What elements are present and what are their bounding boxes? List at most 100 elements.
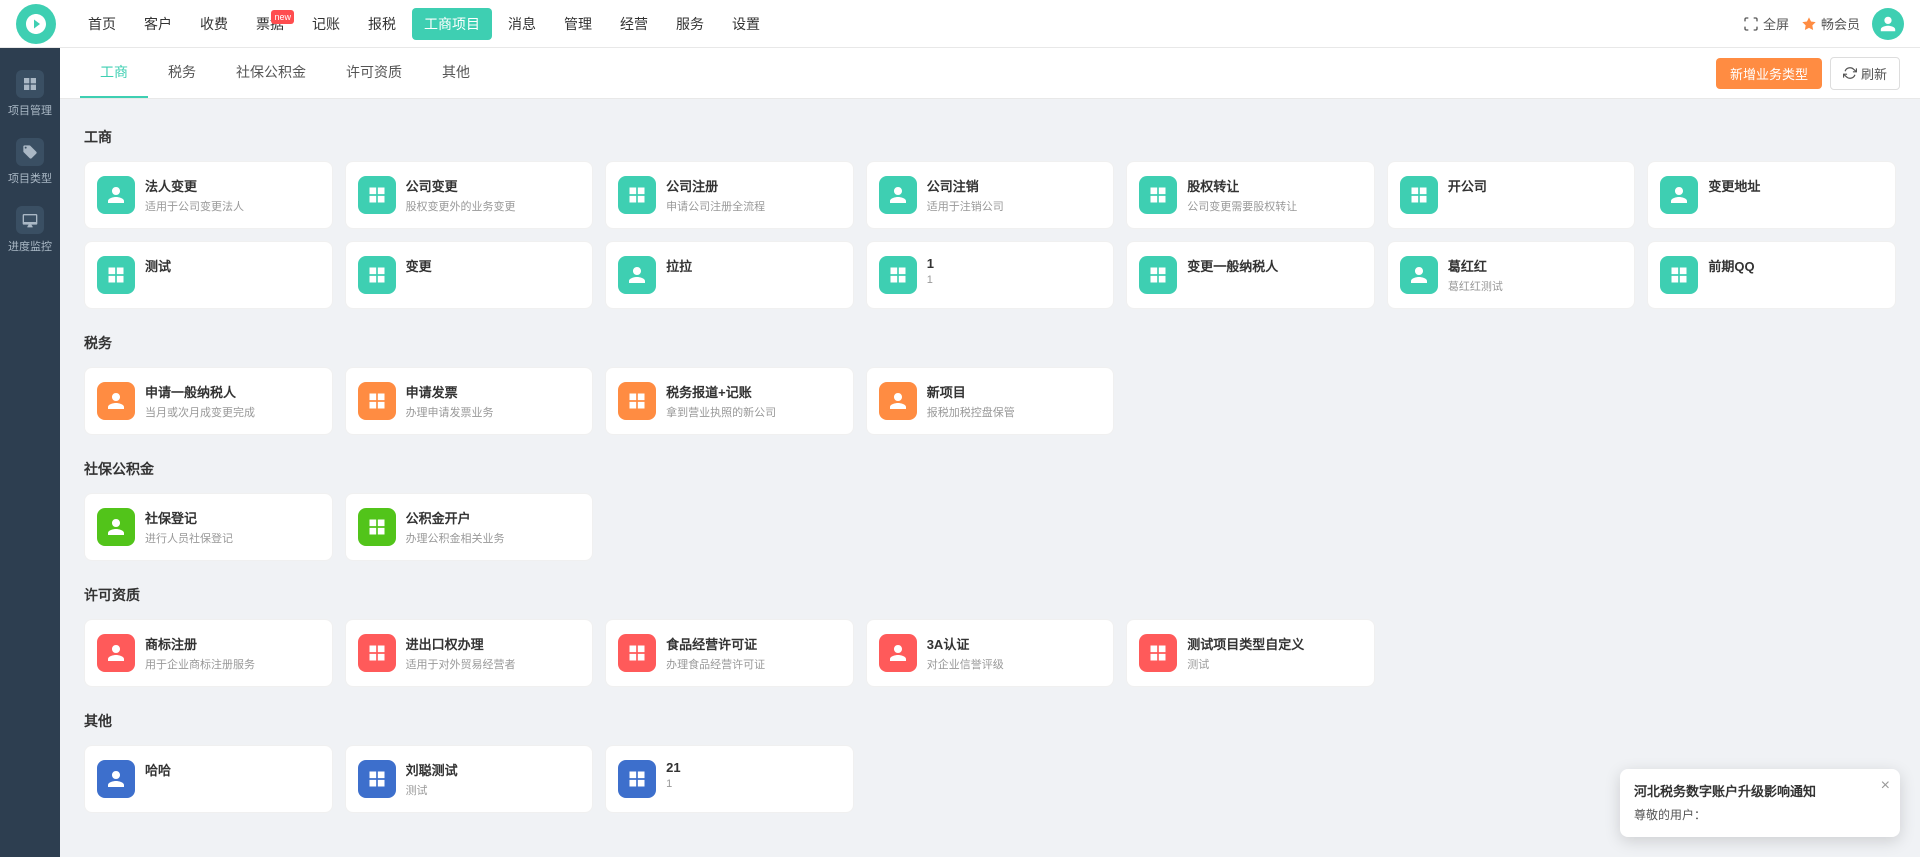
nav-manage[interactable]: 管理 [552,8,604,40]
sidebar-item-project-manage[interactable]: 项目管理 [0,60,60,128]
top-nav: 首页 客户 收费 票据 new 记账 报税 工商项目 消息 管理 经营 服务 设… [0,0,1920,48]
card-icon [1660,176,1698,214]
service-card[interactable]: 测试 [84,241,333,309]
service-card[interactable]: 公司变更股权变更外的业务变更 [345,161,594,229]
tab-shuiwu[interactable]: 税务 [148,48,216,98]
card-icon [618,382,656,420]
shuiwu-grid: 申请一般纳税人当月或次月成变更完成申请发票办理申请发票业务税务报道+记账拿到营业… [84,367,1896,435]
card-title: 商标注册 [145,634,320,653]
card-icon [618,176,656,214]
sidebar-label-project-type: 项目类型 [8,170,52,186]
service-card[interactable]: 公司注销适用于注销公司 [866,161,1115,229]
service-card[interactable]: 拉拉 [605,241,854,309]
nav-customer[interactable]: 客户 [132,8,184,40]
card-title: 拉拉 [666,256,841,275]
service-card[interactable]: 变更地址 [1647,161,1896,229]
service-card[interactable]: 3A认证对企业信誉评级 [866,619,1115,687]
sidebar-item-project-type[interactable]: 项目类型 [0,128,60,196]
badge-new: new [271,10,294,24]
card-title: 测试项目类型自定义 [1187,634,1362,653]
xuke-title: 许可资质 [84,585,1896,605]
service-card[interactable]: 葛红红葛红红测试 [1387,241,1636,309]
service-card[interactable]: 申请发票办理申请发票业务 [345,367,594,435]
card-desc: 葛红红测试 [1448,278,1623,294]
tabs-bar: 工商 税务 社保公积金 许可资质 其他 新增业务类型 刷新 [60,48,1920,99]
card-desc: 拿到营业执照的新公司 [666,404,841,420]
card-icon [97,634,135,672]
refresh-button[interactable]: 刷新 [1830,57,1900,90]
service-card[interactable]: 刘聪测试测试 [345,745,594,813]
nav-tax[interactable]: 报税 [356,8,408,40]
fullscreen-btn[interactable]: 全屏 [1743,14,1789,33]
card-title: 社保登记 [145,508,320,527]
card-title: 税务报道+记账 [666,382,841,401]
service-card[interactable]: 食品经营许可证办理食品经营许可证 [605,619,854,687]
card-desc: 对企业信誉评级 [927,656,1102,672]
card-desc: 公司变更需要股权转让 [1187,198,1362,214]
service-card[interactable]: 社保登记进行人员社保登记 [84,493,333,561]
nav-operation[interactable]: 经营 [608,8,660,40]
gongshang-title: 工商 [84,127,1896,147]
service-card[interactable]: 法人变更适用于公司变更法人 [84,161,333,229]
service-card[interactable]: 新项目报税加税控盘保管 [866,367,1115,435]
tab-shebao[interactable]: 社保公积金 [216,48,326,98]
card-icon [879,256,917,294]
card-desc: 用于企业商标注册服务 [145,656,320,672]
logo[interactable] [16,4,56,44]
service-card[interactable]: 商标注册用于企业商标注册服务 [84,619,333,687]
service-card[interactable]: 11 [866,241,1115,309]
xuke-grid: 商标注册用于企业商标注册服务进出口权办理适用于对外贸易经营者食品经营许可证办理食… [84,619,1896,687]
nav-settings[interactable]: 设置 [720,8,772,40]
card-icon [1660,256,1698,294]
service-card[interactable]: 前期QQ [1647,241,1896,309]
sidebar: 项目管理 项目类型 进度监控 [0,48,60,857]
nav-bookkeeping[interactable]: 记账 [300,8,352,40]
service-card[interactable]: 测试项目类型自定义测试 [1126,619,1375,687]
service-card[interactable]: 公积金开户办理公积金相关业务 [345,493,594,561]
card-desc: 1 [666,778,841,790]
card-desc: 测试 [406,782,581,798]
card-title: 葛红红 [1448,256,1623,275]
tab-actions: 新增业务类型 刷新 [1716,57,1900,90]
nav-home[interactable]: 首页 [76,8,128,40]
card-icon [97,256,135,294]
card-icon [358,256,396,294]
service-card[interactable]: 股权转让公司变更需要股权转让 [1126,161,1375,229]
avatar[interactable] [1872,8,1904,40]
notification-close[interactable]: × [1881,777,1890,795]
nav-industry[interactable]: 工商项目 [412,8,492,40]
notification-title: 河北税务数字账户升级影响通知 [1634,781,1886,800]
tab-gongshang[interactable]: 工商 [80,48,148,98]
service-card[interactable]: 211 [605,745,854,813]
card-icon [1139,256,1177,294]
service-card[interactable]: 变更 [345,241,594,309]
shebao-title: 社保公积金 [84,459,1896,479]
card-title: 公积金开户 [406,508,581,527]
nav-service[interactable]: 服务 [664,8,716,40]
card-title: 申请发票 [406,382,581,401]
vip-btn[interactable]: 畅会员 [1801,14,1860,33]
nav-message[interactable]: 消息 [496,8,548,40]
card-title: 哈哈 [145,760,320,779]
card-title: 21 [666,760,841,775]
nav-invoice[interactable]: 票据 new [244,8,296,40]
service-card[interactable]: 开公司 [1387,161,1636,229]
service-card[interactable]: 变更一般纳税人 [1126,241,1375,309]
card-title: 测试 [145,256,320,275]
tab-xuke[interactable]: 许可资质 [326,48,422,98]
add-type-button[interactable]: 新增业务类型 [1716,58,1822,89]
nav-charge[interactable]: 收费 [188,8,240,40]
xuke-section: 许可资质 商标注册用于企业商标注册服务进出口权办理适用于对外贸易经营者食品经营许… [84,585,1896,687]
service-card[interactable]: 公司注册申请公司注册全流程 [605,161,854,229]
card-desc: 1 [927,274,1102,286]
service-card[interactable]: 申请一般纳税人当月或次月成变更完成 [84,367,333,435]
card-title: 开公司 [1448,176,1623,195]
sidebar-item-progress-monitor[interactable]: 进度监控 [0,196,60,264]
service-card[interactable]: 哈哈 [84,745,333,813]
card-desc: 当月或次月成变更完成 [145,404,320,420]
service-card[interactable]: 税务报道+记账拿到营业执照的新公司 [605,367,854,435]
tab-qita[interactable]: 其他 [422,48,490,98]
service-card[interactable]: 进出口权办理适用于对外贸易经营者 [345,619,594,687]
monitor-icon [16,206,44,234]
card-icon [879,634,917,672]
